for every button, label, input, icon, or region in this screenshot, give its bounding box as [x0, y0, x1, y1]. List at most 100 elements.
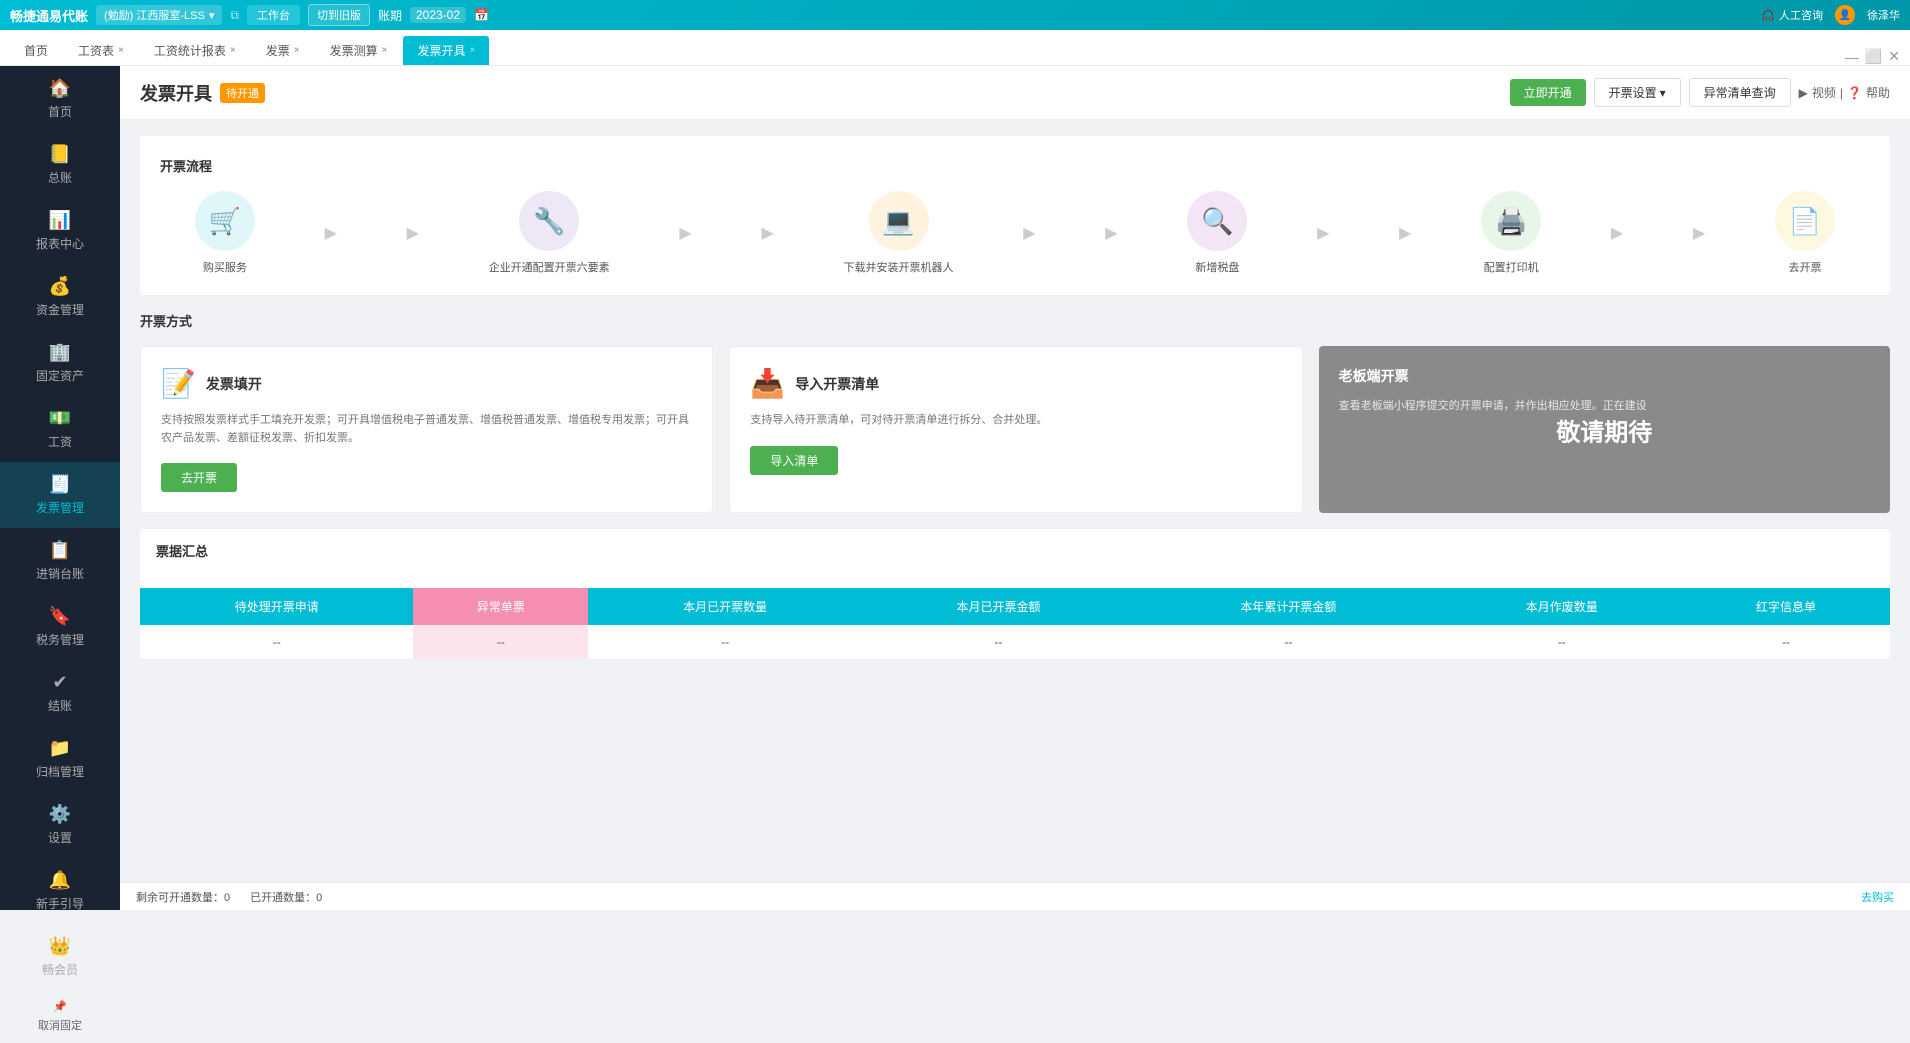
calendar-icon[interactable]: 📅 — [474, 8, 489, 22]
issue-icon: 📄 — [1789, 206, 1821, 237]
tab-invoice[interactable]: 发票 × — [252, 36, 314, 65]
tax-icon: 🔖 — [49, 606, 71, 627]
remaining-quota: 剩余可开通数量：0 — [136, 889, 230, 905]
step-printer[interactable]: 🖨️ 配置打印机 — [1481, 191, 1541, 275]
cell-month-count: -- — [588, 625, 861, 660]
tab-invoice-close[interactable]: × — [294, 45, 300, 56]
step-add-tax[interactable]: 🔍 新增税盘 — [1187, 191, 1247, 275]
summary-data-row: -- -- -- -- -- -- -- — [140, 625, 1890, 660]
cell-red-info: -- — [1682, 625, 1890, 660]
arrow-4b: ▶ — [1399, 223, 1411, 243]
col-month-amount: 本月已开票金额 — [862, 588, 1135, 625]
summary-section-title: 票据汇总 — [156, 541, 1874, 560]
salary-icon: 💵 — [49, 408, 71, 429]
sidebar-item-salary[interactable]: 💵 工资 — [0, 396, 120, 462]
tab-invoice-calc-close[interactable]: × — [382, 45, 388, 56]
purchase-icon: 📋 — [49, 540, 71, 561]
flow-steps: 🛒 购买服务 ▶ ▶ 🔧 企业开通配置开票六要素 ▶ ▶ — [160, 191, 1870, 275]
tab-invoice-label: 发票 — [266, 42, 290, 59]
summary-title-wrap: 票据汇总 — [140, 529, 1890, 588]
arrow-1: ▶ — [325, 223, 337, 243]
sidebar-label-reports: 报表中心 — [36, 235, 84, 252]
boss-card-title: 老板端开票 — [1339, 366, 1409, 386]
tab-invoice-calc[interactable]: 发票测算 × — [316, 36, 402, 65]
video-icon: ▶ — [1799, 86, 1808, 100]
step-buy-label: 购买服务 — [203, 259, 247, 275]
company-selector[interactable]: (勉励) 江西服室-LSS ▾ — [96, 5, 222, 25]
service-button[interactable]: 🎧 人工咨询 — [1761, 7, 1823, 23]
sidebar-item-invoice-mgmt[interactable]: 🧾 发票管理 — [0, 462, 120, 528]
opened-quota: 已开通数量：0 — [250, 889, 322, 905]
arrow-3: ▶ — [1023, 223, 1035, 243]
tab-invoice-issue-close[interactable]: × — [469, 45, 475, 56]
step-add-tax-label: 新增税盘 — [1195, 259, 1239, 275]
summary-table: 待处理开票申请 异常单票 本月已开票数量 本月已开票金额 本年累计开票金额 本月… — [140, 588, 1890, 660]
arrow-3b: ▶ — [1105, 223, 1117, 243]
printer-icon: 🖨️ — [1495, 206, 1527, 237]
sidebar-item-reports[interactable]: 📊 报表中心 — [0, 198, 120, 264]
boss-terminal-card: 老板端开票 查看老板端小程序提交的开票申请，并作出相应处理。正在建设 敬请期待 — [1319, 346, 1890, 513]
sidebar-item-home[interactable]: 🏠 首页 — [0, 66, 120, 132]
manual-issue-button[interactable]: 去开票 — [161, 463, 237, 492]
sidebar-label-guide: 新手引导 — [36, 895, 84, 912]
window-close-icon[interactable]: ✕ — [1888, 48, 1900, 65]
step-issue[interactable]: 📄 去开票 — [1775, 191, 1835, 275]
import-card-desc: 支持导入待开票清单，可对待开票清单进行拆分、合并处理。 — [750, 412, 1281, 430]
sidebar-item-tax[interactable]: 🔖 税务管理 — [0, 594, 120, 660]
sidebar-item-vip[interactable]: 👑 畅会员 — [0, 924, 120, 990]
tax-disk-icon: 🔍 — [1201, 206, 1233, 237]
arrow-5: ▶ — [1611, 223, 1623, 243]
cell-exception[interactable]: -- — [413, 625, 588, 660]
sidebar-item-assets[interactable]: 🏢 固定资产 — [0, 330, 120, 396]
sidebar-bottom[interactable]: 📌 取消固定 — [0, 990, 120, 1043]
tab-salary[interactable]: 工资表 × — [64, 36, 138, 65]
import-list-button[interactable]: 导入清单 — [750, 446, 838, 475]
window-maximize-icon[interactable]: ⬜ — [1865, 48, 1882, 65]
sidebar-item-capital[interactable]: 💰 资金管理 — [0, 264, 120, 330]
col-void-count: 本月作废数量 — [1442, 588, 1683, 625]
top-bar: 畅捷通易代账 (勉励) 江西服室-LSS ▾ ⧉ 工作台 切到旧版 账期 202… — [0, 0, 1910, 30]
help-icon: ❓ — [1847, 86, 1862, 100]
sidebar-item-archive[interactable]: 📁 归档管理 — [0, 726, 120, 792]
cell-pending[interactable]: -- — [140, 625, 413, 660]
old-version-button[interactable]: 切到旧版 — [308, 4, 370, 26]
copy-icon[interactable]: ⧉ — [230, 8, 239, 23]
user-avatar[interactable]: 👤 — [1835, 5, 1855, 25]
buy-link[interactable]: 去购买 — [1861, 889, 1894, 905]
step-download-icon-wrap: 💻 — [869, 191, 929, 251]
tab-salary-stats[interactable]: 工资统计报表 × — [140, 36, 250, 65]
window-minimize-icon[interactable]: — — [1845, 49, 1859, 65]
tab-salary-close[interactable]: × — [118, 45, 124, 56]
step-configure-icon-wrap: 🔧 — [519, 191, 579, 251]
sidebar-item-purchase[interactable]: 📋 进销台账 — [0, 528, 120, 594]
archive-icon: 📁 — [49, 738, 71, 759]
reports-icon: 📊 — [49, 210, 71, 231]
workspace-button[interactable]: 工作台 — [247, 5, 300, 25]
sidebar-item-settlement[interactable]: ✔ 结账 — [0, 660, 120, 726]
sidebar-item-settings[interactable]: ⚙️ 设置 — [0, 792, 120, 858]
tab-invoice-issue[interactable]: 发票开具 × — [403, 36, 489, 65]
invoice-mgmt-icon: 🧾 — [49, 474, 71, 495]
sidebar-item-guide[interactable]: 🔔 新手引导 — [0, 858, 120, 924]
step-buy-service[interactable]: 🛒 购买服务 — [195, 191, 255, 275]
tab-salary-stats-close[interactable]: × — [230, 45, 236, 56]
sidebar-label-purchase: 进销台账 — [36, 565, 84, 582]
coming-soon-text: 敬请期待 — [1556, 412, 1652, 447]
exception-query-button[interactable]: 异常清单查询 — [1689, 78, 1791, 107]
step-configure[interactable]: 🔧 企业开通配置开票六要素 — [489, 191, 610, 275]
sidebar-item-ledger[interactable]: 📒 总账 — [0, 132, 120, 198]
unpin-label: 取消固定 — [38, 1017, 82, 1033]
period-value[interactable]: 2023-02 — [410, 7, 466, 23]
sidebar-label-settlement: 结账 — [48, 697, 72, 714]
step-download[interactable]: 💻 下载并安装开票机器人 — [844, 191, 954, 275]
tab-home[interactable]: 首页 — [10, 36, 62, 65]
home-icon: 🏠 — [49, 78, 71, 99]
open-now-button[interactable]: 立即开通 — [1510, 79, 1586, 106]
import-card-icon: 📥 — [750, 367, 785, 400]
sidebar-label-capital: 资金管理 — [36, 301, 84, 318]
help-area[interactable]: ▶ 视频 | ❓ 帮助 — [1799, 84, 1890, 101]
open-settings-button[interactable]: 开票设置 ▾ — [1594, 78, 1681, 107]
arrow-2: ▶ — [679, 223, 691, 243]
tab-salary-stats-label: 工资统计报表 — [154, 42, 226, 59]
user-name[interactable]: 徐泽华 — [1867, 7, 1900, 23]
